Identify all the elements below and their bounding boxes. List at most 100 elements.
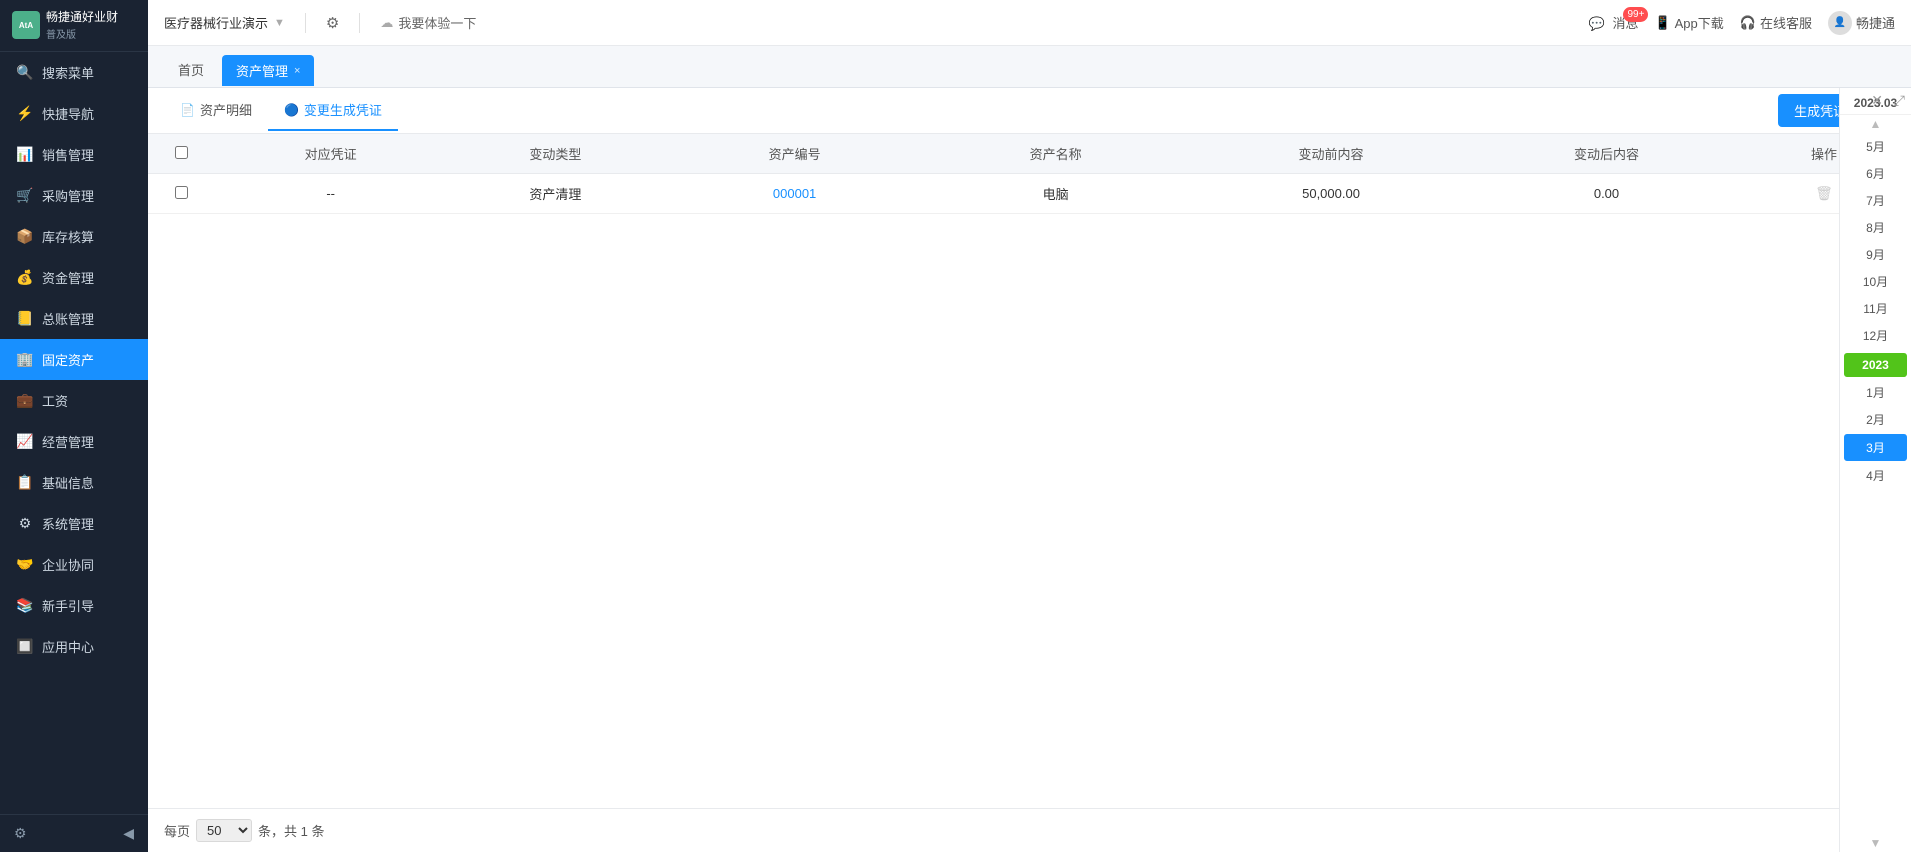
sales-icon: 📊 (16, 146, 34, 163)
month-item-2023-4[interactable]: 4月 (1840, 462, 1911, 489)
tab-change-voucher[interactable]: 🔵 变更生成凭证 (268, 90, 398, 131)
gear-icon[interactable]: ⚙ (326, 14, 339, 32)
sidebar-item-label: 经营管理 (42, 432, 94, 451)
company-name: 医疗器械行业演示 (164, 13, 268, 32)
date-panel: ✕ ⤢ 2023.03 ▲ 5月 6月 7月 8月 9月 (1839, 88, 1911, 852)
sidebar-item-capital[interactable]: 💰 资金管理 (0, 257, 148, 298)
tab-asset-detail[interactable]: 📄 资产明细 (164, 90, 268, 131)
sidebar-nav: 🔍 搜索菜单 ⚡ 快捷导航 📊 销售管理 🛒 采购管理 📦 库存核算 💰 资金管… (0, 52, 148, 814)
sidebar-item-label: 库存核算 (42, 227, 94, 246)
month-item-10[interactable]: 10月 (1840, 268, 1911, 295)
row-asset-num: 000001 (664, 174, 925, 214)
delete-icon[interactable]: 🗑 (1815, 185, 1833, 201)
topbar-right: 💬 99+ 消息 📱 App下载 🎧 在线客服 👤 畅捷通 (1589, 11, 1895, 35)
logo-sub: 普及版 (46, 26, 118, 41)
sidebar-item-purchase[interactable]: 🛒 采购管理 (0, 175, 148, 216)
per-page-label: 每页 (164, 821, 190, 840)
row-before: 50,000.00 (1186, 174, 1476, 214)
settings-icon[interactable]: ⚙ (14, 825, 27, 842)
row-checkbox[interactable] (175, 186, 188, 199)
row-voucher: -- (215, 174, 447, 214)
message-button[interactable]: 💬 99+ 消息 (1589, 13, 1639, 32)
sidebar-item-basic[interactable]: 📋 基础信息 (0, 462, 148, 503)
month-item-11[interactable]: 11月 (1840, 295, 1911, 322)
sidebar-logo: AtA 畅捷通好业财 普及版 (0, 0, 148, 52)
tabbar: 首页 资产管理 × (148, 46, 1911, 88)
col-header-voucher: 对应凭证 (215, 134, 447, 174)
sidebar-item-app[interactable]: 🔲 应用中心 (0, 626, 148, 667)
table-header-row: 对应凭证 变动类型 资产编号 资产名称 变动前内容 (148, 134, 1911, 174)
company-selector[interactable]: 医疗器械行业演示 ▼ (164, 13, 285, 32)
sidebar-item-label: 搜索菜单 (42, 63, 94, 82)
user-menu[interactable]: 👤 畅捷通 (1828, 11, 1895, 35)
per-page-select[interactable]: 10 20 50 100 (196, 819, 252, 842)
message-badge: 99+ (1623, 7, 1648, 22)
sidebar-item-inventory[interactable]: 📦 库存核算 (0, 216, 148, 257)
tab-asset-mgmt[interactable]: 资产管理 × (222, 55, 314, 86)
month-item-12[interactable]: 12月 (1840, 322, 1911, 349)
main-area: 医疗器械行业演示 ▼ ⚙ ☁ 我要体验一下 💬 99+ 消息 📱 App下载 🎧… (148, 0, 1911, 852)
month-item-5[interactable]: 5月 (1840, 133, 1911, 160)
sidebar-item-fixed[interactable]: 🏢 固定资产 (0, 339, 148, 380)
change-voucher-icon: 🔵 (284, 103, 299, 117)
content-area: 📄 资产明细 🔵 变更生成凭证 生成凭证 ▼ (148, 88, 1911, 852)
online-service-button[interactable]: 🎧 在线客服 (1740, 13, 1812, 32)
salary-icon: 💼 (16, 392, 34, 409)
month-item-6[interactable]: 6月 (1840, 160, 1911, 187)
sidebar-item-system[interactable]: ⚙ 系统管理 (0, 503, 148, 544)
app-icon: 🔲 (16, 638, 34, 655)
scroll-down-arrow[interactable]: ▼ (1840, 834, 1911, 852)
row-asset-name: 电脑 (925, 174, 1186, 214)
select-all-checkbox[interactable] (175, 146, 188, 159)
purchase-icon: 🛒 (16, 187, 34, 204)
row-change-type: 资产清理 (447, 174, 664, 214)
fixed-icon: 🏢 (16, 351, 34, 368)
sidebar-item-label: 新手引导 (42, 596, 94, 615)
month-item-2023-2[interactable]: 2月 (1840, 406, 1911, 433)
panel-close-button[interactable]: ✕ (1871, 92, 1883, 109)
collapse-icon[interactable]: ◀ (123, 825, 134, 842)
tab-home[interactable]: 首页 (164, 54, 218, 87)
sidebar-item-label: 快捷导航 (42, 104, 94, 123)
logo-icon: AtA (12, 11, 40, 39)
month-item-9[interactable]: 9月 (1840, 241, 1911, 268)
month-item-7[interactable]: 7月 (1840, 187, 1911, 214)
inventory-icon: 📦 (16, 228, 34, 245)
topbar-divider (305, 13, 306, 33)
data-table-wrap: 对应凭证 变动类型 资产编号 资产名称 变动前内容 (148, 134, 1911, 808)
avatar: 👤 (1828, 11, 1852, 35)
sidebar-item-sales[interactable]: 📊 销售管理 (0, 134, 148, 175)
sidebar-item-label: 总账管理 (42, 309, 94, 328)
col-header-before: 变动前内容 (1186, 134, 1476, 174)
asset-detail-icon: 📄 (180, 103, 195, 117)
sidebar-item-guide[interactable]: 📚 新手引导 (0, 585, 148, 626)
sidebar-item-coop[interactable]: 🤝 企业协同 (0, 544, 148, 585)
month-item-8[interactable]: 8月 (1840, 214, 1911, 241)
row-after: 0.00 (1476, 174, 1737, 214)
panel-expand-button[interactable]: ⤢ (1894, 92, 1905, 109)
app-download-button[interactable]: 📱 App下载 (1654, 13, 1723, 32)
sidebar-item-operation[interactable]: 📈 经营管理 (0, 421, 148, 462)
sidebar-item-quicknav[interactable]: ⚡ 快捷导航 (0, 93, 148, 134)
experience-button[interactable]: ☁ 我要体验一下 (380, 13, 476, 32)
sidebar-item-label: 资金管理 (42, 268, 94, 287)
sidebar-item-label: 企业协同 (42, 555, 94, 574)
service-icon: 🎧 (1740, 15, 1756, 31)
sidebar-item-label: 固定资产 (42, 350, 94, 369)
sidebar-item-label: 工资 (42, 391, 68, 410)
sidebar-item-label: 采购管理 (42, 186, 94, 205)
total-text: 条，共 1 条 (258, 821, 324, 840)
month-item-2023-3[interactable]: 3月 (1844, 434, 1907, 461)
table-row: -- 资产清理 000001 电脑 50,000.00 0.00 🗑 (148, 174, 1911, 214)
tab-close-icon[interactable]: × (294, 65, 300, 77)
sidebar-item-search[interactable]: 🔍 搜索菜单 (0, 52, 148, 93)
sidebar-item-label: 系统管理 (42, 514, 94, 533)
topbar: 医疗器械行业演示 ▼ ⚙ ☁ 我要体验一下 💬 99+ 消息 📱 App下载 🎧… (148, 0, 1911, 46)
month-item-2023-1[interactable]: 1月 (1840, 379, 1911, 406)
sidebar-item-ledger[interactable]: 📒 总账管理 (0, 298, 148, 339)
sidebar-item-salary[interactable]: 💼 工资 (0, 380, 148, 421)
message-icon: 💬 (1589, 16, 1605, 31)
scroll-up-arrow[interactable]: ▲ (1840, 115, 1911, 133)
system-icon: ⚙ (16, 515, 34, 532)
col-header-type: 变动类型 (447, 134, 664, 174)
